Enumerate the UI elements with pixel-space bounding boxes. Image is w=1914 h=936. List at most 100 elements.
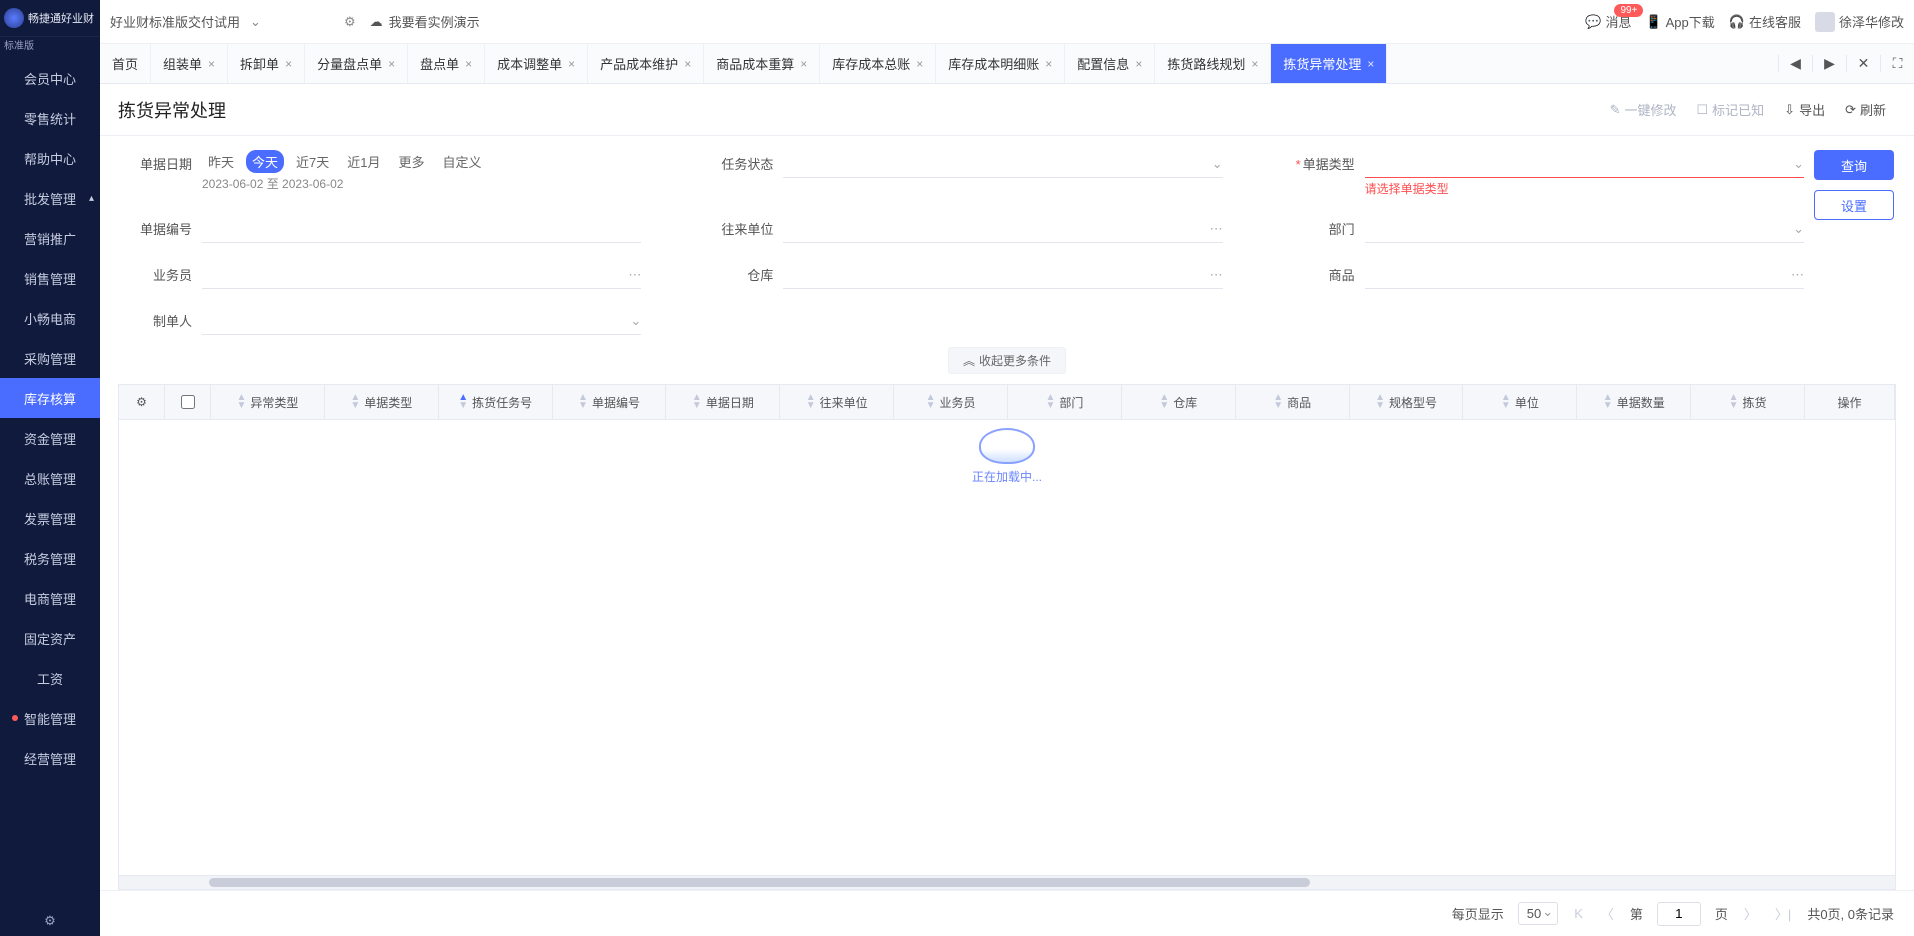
tab[interactable]: 库存成本明细账× <box>936 44 1065 83</box>
date-chip-custom[interactable]: 自定义 <box>437 150 488 173</box>
tab[interactable]: 盘点单× <box>408 44 485 83</box>
scrollbar-thumb[interactable] <box>209 878 1310 887</box>
sidebar-item[interactable]: 工资 <box>0 658 100 698</box>
close-icon[interactable]: × <box>1251 57 1258 71</box>
column-header[interactable]: ▲▼单据编号 <box>553 385 667 419</box>
per-page-select[interactable]: 50 <box>1518 902 1558 925</box>
tab[interactable]: 拆卸单× <box>228 44 305 83</box>
close-icon[interactable]: × <box>684 57 691 71</box>
sort-icon[interactable]: ▲▼ <box>806 394 816 410</box>
doc-type-select[interactable]: ⌄ <box>1365 150 1804 178</box>
sidebar-item[interactable]: 经营管理 <box>0 738 100 778</box>
column-header[interactable]: ▲▼单据类型 <box>325 385 439 419</box>
settings-button[interactable]: 设置 <box>1814 190 1894 220</box>
sidebar-item[interactable]: 营销推广 <box>0 218 100 258</box>
sidebar-item[interactable]: 零售统计 <box>0 98 100 138</box>
tab[interactable]: 成本调整单× <box>485 44 588 83</box>
doc-no-input[interactable] <box>202 215 641 243</box>
sidebar-item[interactable]: 发票管理 <box>0 498 100 538</box>
sidebar-item[interactable]: 总账管理 <box>0 458 100 498</box>
warehouse-lookup[interactable]: ⋯ <box>783 261 1222 289</box>
sort-icon[interactable]: ▲▼ <box>578 394 588 410</box>
close-icon[interactable]: × <box>1135 57 1142 71</box>
close-icon[interactable]: × <box>285 57 292 71</box>
close-icon[interactable]: × <box>916 57 923 71</box>
column-header[interactable]: ▲▼部门 <box>1008 385 1122 419</box>
sidebar-item[interactable]: 批发管理▴ <box>0 178 100 218</box>
date-chip-recent7[interactable]: 近7天 <box>290 150 335 173</box>
messages-button[interactable]: 💬 消息 99+ <box>1585 12 1631 31</box>
tab[interactable]: 商品成本重算× <box>704 44 820 83</box>
column-header[interactable]: ▲▼往来单位 <box>780 385 894 419</box>
collapse-filters-button[interactable]: ︽ 收起更多条件 <box>948 347 1066 374</box>
sidebar-settings-button[interactable]: ⚙ <box>0 906 100 936</box>
column-settings-button[interactable]: ⚙ <box>119 385 165 419</box>
sort-icon[interactable]: ▲▼ <box>692 394 702 410</box>
goods-lookup[interactable]: ⋯ <box>1365 261 1804 289</box>
sort-icon[interactable]: ▲▼ <box>1375 394 1385 410</box>
sort-icon[interactable]: ▲▼ <box>458 394 468 410</box>
page-input[interactable] <box>1657 902 1701 926</box>
app-selector[interactable]: 好业财标准版交付试用 ⌄ <box>110 12 330 31</box>
tab[interactable]: 分量盘点单× <box>305 44 408 83</box>
sort-icon[interactable]: ▲▼ <box>926 394 936 410</box>
demo-link[interactable]: ☁ 我要看实例演示 <box>370 12 480 31</box>
page-next-button[interactable]: 〉 <box>1742 904 1759 923</box>
export-button[interactable]: ⇩ 导出 <box>1774 96 1835 123</box>
sort-icon[interactable]: ▲▼ <box>1045 394 1055 410</box>
close-icon[interactable]: × <box>208 57 215 71</box>
sidebar-item[interactable]: 智能管理 <box>0 698 100 738</box>
sidebar-item[interactable]: 采购管理 <box>0 338 100 378</box>
page-last-button[interactable]: 〉| <box>1773 904 1793 923</box>
tabs-next-button[interactable]: ▶ <box>1812 55 1846 72</box>
tab[interactable]: 配置信息× <box>1065 44 1155 83</box>
tabs-close-button[interactable]: ✕ <box>1846 55 1880 72</box>
date-chip-more[interactable]: 更多 <box>393 150 431 173</box>
sidebar-item[interactable]: 库存核算 <box>0 378 100 418</box>
close-icon[interactable]: × <box>800 57 807 71</box>
close-icon[interactable]: × <box>388 57 395 71</box>
sidebar-item[interactable]: 小畅电商 <box>0 298 100 338</box>
date-chip-recent1m[interactable]: 近1月 <box>341 150 386 173</box>
tab[interactable]: 库存成本总账× <box>820 44 936 83</box>
column-header[interactable]: ▲▼单据日期 <box>666 385 780 419</box>
column-header[interactable]: ▲▼拣货任务号 <box>439 385 553 419</box>
sidebar-item[interactable]: 电商管理 <box>0 578 100 618</box>
task-status-select[interactable]: ⌄ <box>783 150 1222 178</box>
tab[interactable]: 组装单× <box>151 44 228 83</box>
sidebar-item[interactable]: 税务管理 <box>0 538 100 578</box>
sort-icon[interactable]: ▲▼ <box>1273 394 1283 410</box>
column-header[interactable]: ▲▼规格型号 <box>1350 385 1464 419</box>
tab[interactable]: 拣货异常处理× <box>1271 44 1387 83</box>
sidebar-item[interactable]: 固定资产 <box>0 618 100 658</box>
tab[interactable]: 产品成本维护× <box>588 44 704 83</box>
salesman-lookup[interactable]: ⋯ <box>202 261 641 289</box>
sort-icon[interactable]: ▲▼ <box>1159 394 1169 410</box>
tab[interactable]: 拣货路线规划× <box>1155 44 1271 83</box>
gear-icon[interactable]: ⚙ <box>344 14 356 30</box>
sort-icon[interactable]: ▲▼ <box>1729 394 1739 410</box>
close-icon[interactable]: × <box>1045 57 1052 71</box>
refresh-button[interactable]: ⟳ 刷新 <box>1835 96 1896 123</box>
user-menu[interactable]: 徐泽华修改 <box>1815 12 1904 32</box>
sort-icon[interactable]: ▲▼ <box>1603 394 1613 410</box>
column-header[interactable]: ▲▼单位 <box>1463 385 1577 419</box>
date-chip-yesterday[interactable]: 昨天 <box>202 150 240 173</box>
sort-icon[interactable]: ▲▼ <box>350 394 360 410</box>
column-header[interactable]: ▲▼拣货 <box>1691 385 1805 419</box>
column-header[interactable]: ▲▼仓库 <box>1122 385 1236 419</box>
tabs-prev-button[interactable]: ◀ <box>1778 55 1812 72</box>
sort-icon[interactable]: ▲▼ <box>1501 394 1511 410</box>
query-button[interactable]: 查询 <box>1814 150 1894 180</box>
dept-select[interactable]: ⌄ <box>1365 215 1804 243</box>
sort-icon[interactable]: ▲▼ <box>236 394 246 410</box>
partner-lookup[interactable]: ⋯ <box>783 215 1222 243</box>
creator-select[interactable]: ⌄ <box>202 307 641 335</box>
horizontal-scrollbar[interactable] <box>118 876 1896 890</box>
page-first-button[interactable]: K <box>1572 906 1585 921</box>
page-prev-button[interactable]: 〈 <box>1599 904 1616 923</box>
column-header[interactable]: ▲▼业务员 <box>894 385 1008 419</box>
sidebar-item[interactable]: 销售管理 <box>0 258 100 298</box>
column-header[interactable]: ▲▼商品 <box>1236 385 1350 419</box>
sidebar-item[interactable]: 帮助中心 <box>0 138 100 178</box>
